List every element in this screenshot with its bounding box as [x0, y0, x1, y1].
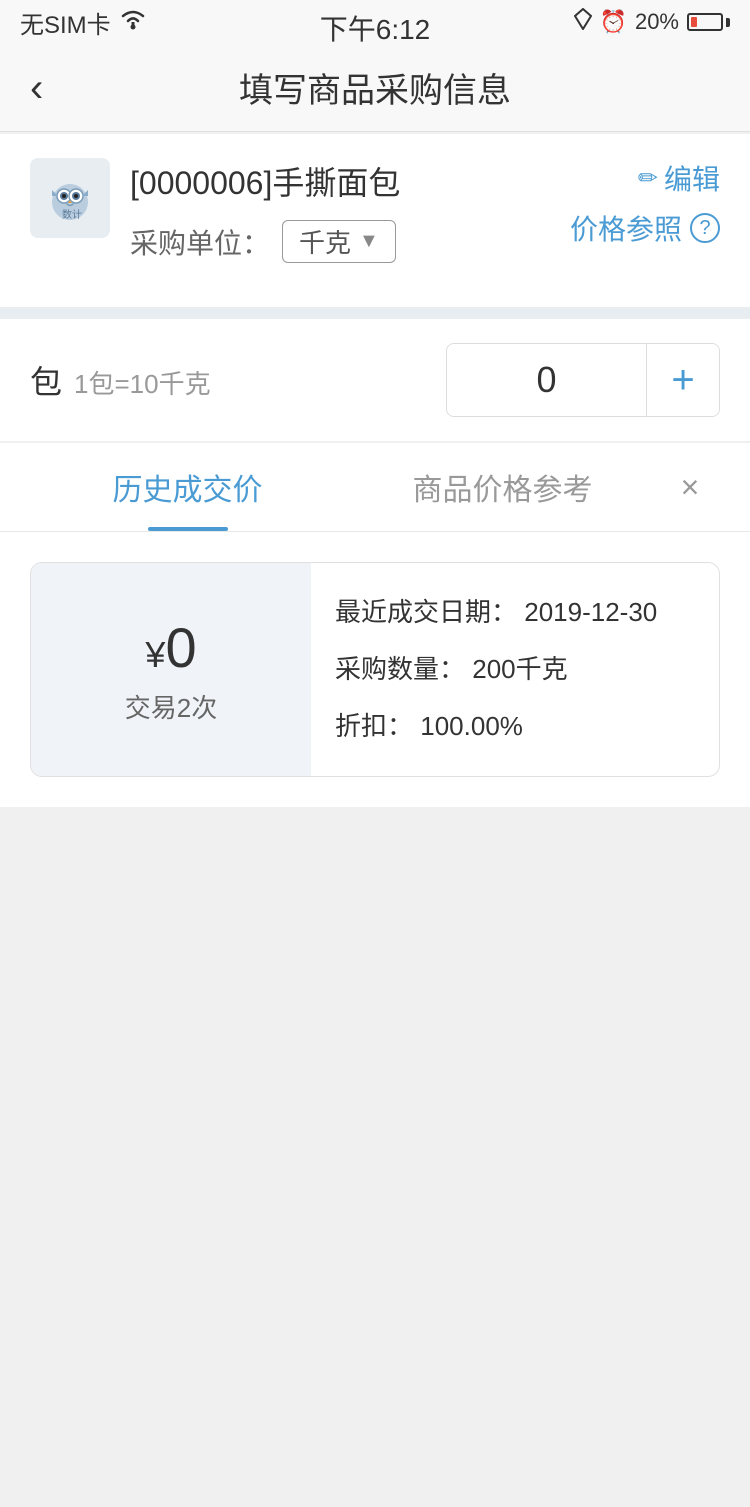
location-icon	[574, 8, 592, 36]
price-ref-right: ✏ 编辑 价格参照 ?	[570, 158, 720, 248]
tab-close-button[interactable]: ×	[660, 443, 720, 531]
product-left: 数计 [0000006]手撕面包 采购单位： 千克 ▼	[30, 158, 400, 263]
tab-active-indicator	[148, 527, 228, 531]
tab-history-price[interactable]: 历史成交价	[30, 443, 345, 531]
tab-price-ref-label: 商品价格参考	[413, 465, 593, 509]
status-bar: 无SIM卡 下午6:12 ⏰ 20%	[0, 0, 750, 44]
price-ref-button[interactable]: 价格参照 ?	[570, 208, 720, 248]
product-name: [0000006]手撕面包	[130, 158, 400, 204]
tabs-header: 历史成交价 商品价格参考 ×	[0, 443, 750, 532]
unit-value: 千克	[299, 223, 351, 260]
purchase-qty-label: 采购数量：	[335, 654, 465, 684]
nav-bar: ‹ 填写商品采购信息	[0, 44, 750, 132]
svg-text:数计: 数计	[62, 208, 82, 221]
wifi-icon	[119, 8, 147, 37]
quantity-plus-button[interactable]: +	[647, 344, 719, 416]
battery-icon	[687, 13, 730, 31]
edit-link[interactable]: ✏ 编辑	[638, 158, 720, 198]
unit-select[interactable]: 千克 ▼	[282, 220, 396, 263]
price-value: 0	[165, 615, 196, 680]
purchase-qty-row: 采购数量： 200千克	[335, 650, 695, 689]
battery-percent: 20%	[635, 9, 679, 35]
history-content: ¥ 0 交易2次 最近成交日期： 2019-12-30 采购数量： 200千克 …	[0, 532, 750, 807]
network-label: 无SIM卡	[20, 5, 111, 40]
discount-label: 折扣：	[335, 711, 413, 741]
transaction-count: 交易2次	[125, 688, 217, 725]
back-button[interactable]: ‹	[30, 68, 43, 108]
help-icon: ?	[690, 213, 720, 243]
quantity-control: 0 +	[446, 343, 720, 417]
recent-date-value: 2019-12-30	[524, 597, 657, 627]
product-header: 数计 [0000006]手撕面包 采购单位： 千克 ▼ ✏ 编辑	[30, 158, 720, 263]
page-title: 填写商品采购信息	[239, 63, 511, 112]
quantity-section: 包 1包=10千克 0 +	[0, 319, 750, 441]
recent-date-label: 最近成交日期：	[335, 597, 517, 627]
unit-label: 包 1包=10千克	[30, 357, 211, 403]
close-icon: ×	[681, 469, 700, 506]
edit-label: 编辑	[664, 158, 720, 198]
edit-icon: ✏	[638, 164, 658, 193]
price-card-left: ¥ 0 交易2次	[31, 563, 311, 776]
status-left: 无SIM卡	[20, 5, 147, 40]
price-yen-symbol: ¥	[145, 634, 165, 676]
section-divider	[0, 307, 750, 319]
main-content	[0, 807, 750, 1507]
quantity-display: 0	[447, 344, 647, 416]
purchase-unit-row: 采购单位： 千克 ▼	[130, 220, 400, 263]
price-card: ¥ 0 交易2次 最近成交日期： 2019-12-30 采购数量： 200千克 …	[30, 562, 720, 777]
status-right: ⏰ 20%	[574, 8, 730, 36]
alarm-icon: ⏰	[600, 9, 627, 35]
product-thumbnail: 数计	[30, 158, 110, 238]
product-info: [0000006]手撕面包 采购单位： 千克 ▼	[130, 158, 400, 263]
unit-conversion: 1包=10千克	[74, 364, 211, 401]
product-section: 数计 [0000006]手撕面包 采购单位： 千克 ▼ ✏ 编辑	[0, 134, 750, 307]
status-time: 下午6:12	[320, 8, 431, 48]
price-display: ¥ 0	[145, 615, 196, 680]
recent-date-row: 最近成交日期： 2019-12-30	[335, 593, 695, 632]
price-card-right: 最近成交日期： 2019-12-30 采购数量： 200千克 折扣： 100.0…	[311, 563, 719, 776]
tabs-section: 历史成交价 商品价格参考 × ¥ 0 交易2次 最近成交日期： 2019-12-…	[0, 443, 750, 807]
tab-history-label: 历史成交价	[113, 465, 263, 509]
unit-char: 包	[30, 357, 62, 403]
tab-price-reference[interactable]: 商品价格参考	[345, 443, 660, 531]
discount-value: 100.00%	[420, 711, 523, 741]
purchase-qty-value: 200千克	[472, 654, 567, 684]
price-ref-label: 价格参照	[570, 208, 682, 248]
discount-row: 折扣： 100.00%	[335, 707, 695, 746]
caret-icon: ▼	[359, 230, 379, 253]
purchase-unit-label: 采购单位：	[130, 222, 270, 262]
